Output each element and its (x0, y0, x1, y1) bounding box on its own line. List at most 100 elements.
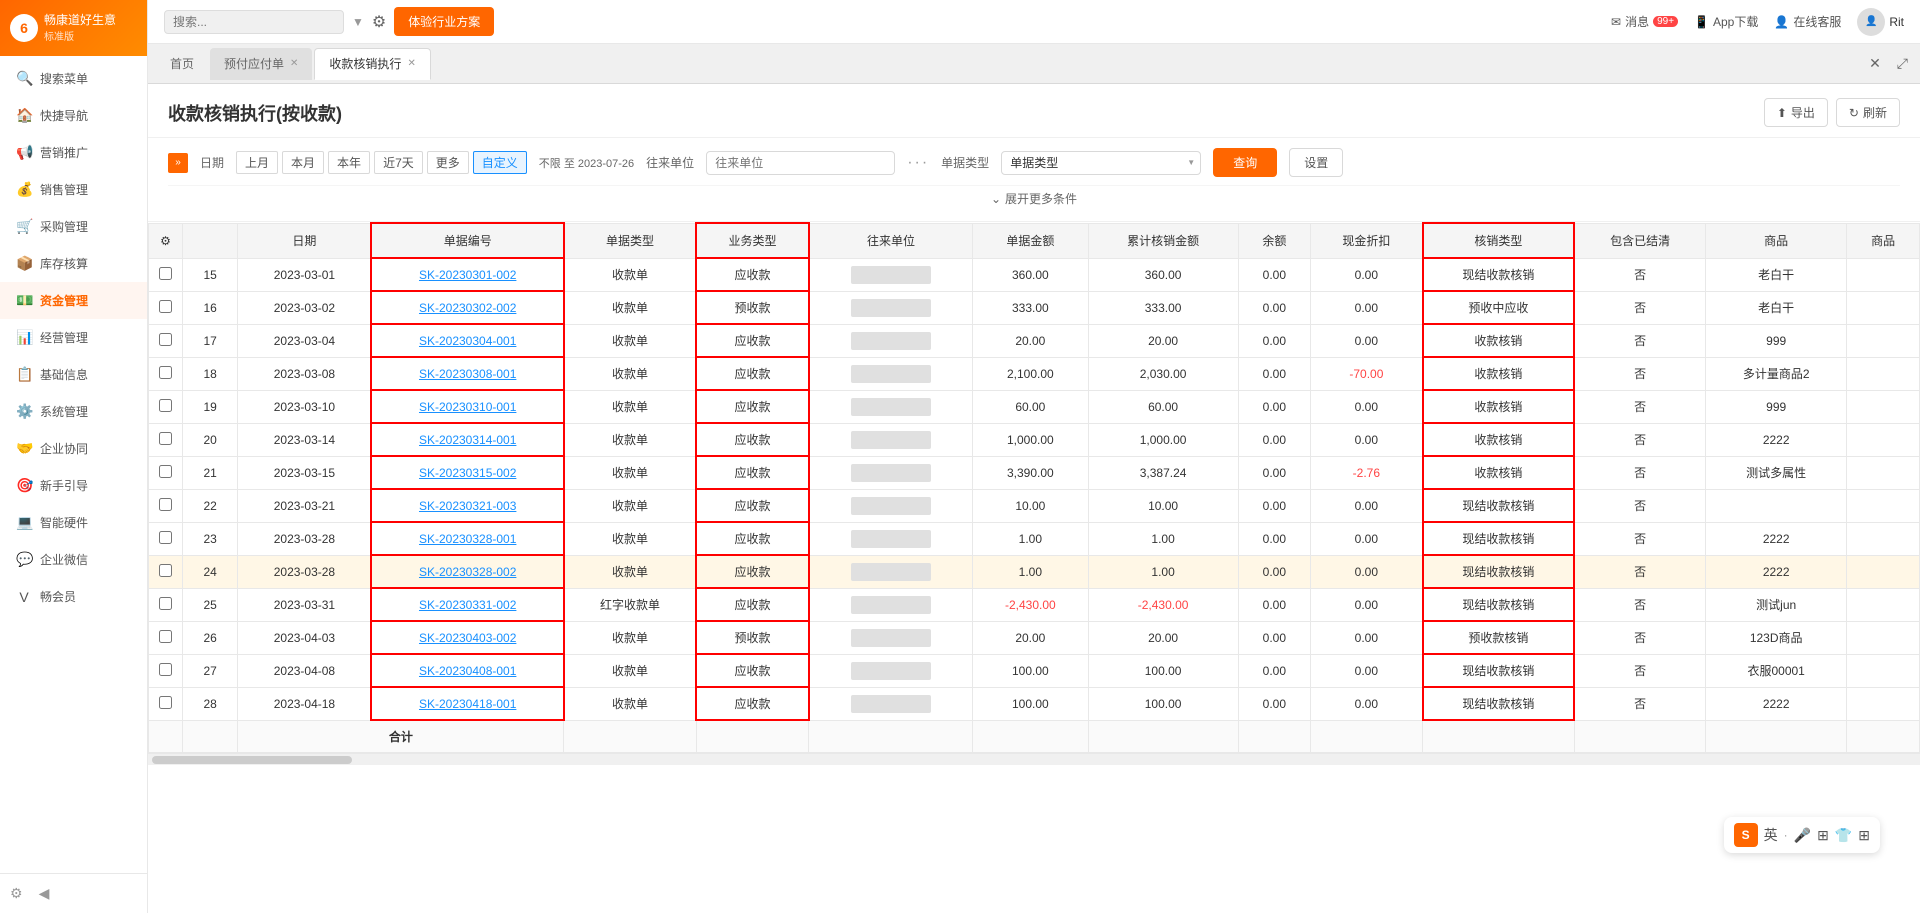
sidebar-item-operation[interactable]: 📊经营管理 (0, 319, 147, 356)
sidebar-item-system[interactable]: ⚙️系统管理 (0, 393, 147, 430)
dropdown-icon[interactable]: ▼ (352, 15, 364, 29)
sidebar-item-basic[interactable]: 📋基础信息 (0, 356, 147, 393)
tab-prepay[interactable]: 预付应付单 ✕ (210, 48, 312, 80)
cell-checkbox[interactable] (149, 687, 183, 720)
doc-no-link[interactable]: SK-20230328-002 (419, 565, 516, 579)
row-checkbox[interactable] (159, 432, 172, 445)
doc-no-link[interactable]: SK-20230408-001 (419, 664, 516, 678)
row-checkbox[interactable] (159, 399, 172, 412)
row-checkbox[interactable] (159, 564, 172, 577)
sidebar-item-wechat[interactable]: 💬企业微信 (0, 541, 147, 578)
date-more-btn[interactable]: 更多 (427, 151, 469, 174)
export-button[interactable]: ⬆ 导出 (1764, 98, 1828, 127)
doc-no-link[interactable]: SK-20230403-002 (419, 631, 516, 645)
date-this-month-btn[interactable]: 本月 (282, 151, 324, 174)
doc-no-link[interactable]: SK-20230314-001 (419, 433, 516, 447)
partner-input[interactable] (706, 151, 895, 175)
tab-home[interactable]: 首页 (156, 48, 208, 80)
cell-checkbox[interactable] (149, 555, 183, 588)
cell-checkbox[interactable] (149, 654, 183, 687)
doc-no-link[interactable]: SK-20230301-002 (419, 268, 516, 282)
row-checkbox[interactable] (159, 366, 172, 379)
cell-doc-no: SK-20230314-001 (371, 423, 563, 456)
table-container: ⚙ 日期 单据编号 单据类型 业务类型 往来单位 单据金额 累计核销金额 余额 … (148, 222, 1920, 913)
row-checkbox[interactable] (159, 630, 172, 643)
sidebar-item-finance[interactable]: 💵资金管理 (0, 282, 147, 319)
doc-no-link[interactable]: SK-20230304-001 (419, 334, 516, 348)
sidebar-item-marketing[interactable]: 📢营销推广 (0, 134, 147, 171)
row-checkbox[interactable] (159, 498, 172, 511)
float-apps-icon[interactable]: ⊞ (1858, 827, 1870, 844)
row-checkbox[interactable] (159, 531, 172, 544)
sidebar-item-hardware[interactable]: 💻智能硬件 (0, 504, 147, 541)
row-checkbox[interactable] (159, 597, 172, 610)
tab-collection-close[interactable]: ✕ (407, 58, 415, 69)
expand-more-button[interactable]: ⌄ 展开更多条件 (991, 190, 1077, 207)
row-checkbox[interactable] (159, 465, 172, 478)
row-checkbox[interactable] (159, 696, 172, 709)
date-custom-btn[interactable]: 自定义 (473, 151, 527, 174)
topbar-gear-icon[interactable]: ⚙ (372, 12, 386, 32)
table-scrollbar[interactable] (148, 753, 1920, 765)
sidebar-item-search[interactable]: 🔍搜索菜单 (0, 60, 147, 97)
cell-checkbox[interactable] (149, 489, 183, 522)
user-avatar-area[interactable]: 👤 Rit (1857, 8, 1904, 36)
doc-no-link[interactable]: SK-20230310-001 (419, 400, 516, 414)
doc-no-link[interactable]: SK-20230321-003 (419, 499, 516, 513)
float-shirt-icon[interactable]: 👕 (1835, 827, 1852, 844)
sidebar-collapse-icon[interactable]: ◀ (39, 885, 50, 902)
message-item[interactable]: ✉ 消息 99+ (1611, 13, 1678, 30)
sidebar-item-inventory[interactable]: 📦库存核算 (0, 245, 147, 282)
partner-dots-icon[interactable]: ··· (907, 154, 929, 172)
cell-checkbox[interactable] (149, 390, 183, 423)
float-text-icon[interactable]: 英 (1764, 825, 1778, 845)
row-checkbox[interactable] (159, 663, 172, 676)
row-checkbox[interactable] (159, 333, 172, 346)
cell-checkbox[interactable] (149, 522, 183, 555)
date-last-month-btn[interactable]: 上月 (236, 151, 278, 174)
cell-checkbox[interactable] (149, 588, 183, 621)
date-7days-btn[interactable]: 近7天 (374, 151, 423, 174)
tab-prepay-close[interactable]: ✕ (290, 58, 298, 69)
scrollbar-thumb[interactable] (152, 756, 352, 764)
th-balance: 余额 (1238, 223, 1311, 258)
doc-no-link[interactable]: SK-20230331-002 (419, 598, 516, 612)
sidebar-settings-icon[interactable]: ⚙ (10, 885, 23, 902)
date-this-year-btn[interactable]: 本年 (328, 151, 370, 174)
filter-settings-button[interactable]: 设置 (1289, 148, 1343, 177)
cell-checkbox[interactable] (149, 423, 183, 456)
cell-checkbox[interactable] (149, 357, 183, 390)
search-input[interactable] (164, 10, 344, 34)
row-checkbox[interactable] (159, 267, 172, 280)
sidebar-item-purchase[interactable]: 🛒采购管理 (0, 208, 147, 245)
app-download-item[interactable]: 📱 App下载 (1694, 13, 1758, 30)
doctype-select[interactable]: 单据类型 (1001, 151, 1201, 175)
doc-no-link[interactable]: SK-20230315-002 (419, 466, 516, 480)
row-checkbox[interactable] (159, 300, 172, 313)
cell-checkbox[interactable] (149, 291, 183, 324)
th-settings[interactable]: ⚙ (149, 223, 183, 258)
doc-no-link[interactable]: SK-20230308-001 (419, 367, 516, 381)
float-mic-icon[interactable]: 🎤 (1794, 827, 1811, 844)
tab-close-all-icon[interactable]: ✕ (1865, 51, 1885, 76)
online-service-item[interactable]: 👤 在线客服 (1774, 13, 1841, 30)
sidebar-item-quick[interactable]: 🏠快捷导航 (0, 97, 147, 134)
sidebar-item-member[interactable]: V畅会员 (0, 578, 147, 615)
query-button[interactable]: 查询 (1213, 148, 1277, 177)
tab-expand-icon[interactable]: ⤢ (1893, 51, 1912, 76)
doc-no-link[interactable]: SK-20230418-001 (419, 697, 516, 711)
solution-button[interactable]: 体验行业方案 (394, 7, 494, 36)
float-grid-icon[interactable]: ⊞ (1817, 827, 1829, 844)
doc-no-link[interactable]: SK-20230328-001 (419, 532, 516, 546)
doc-no-link[interactable]: SK-20230302-002 (419, 301, 516, 315)
cell-checkbox[interactable] (149, 324, 183, 357)
cell-checkbox[interactable] (149, 456, 183, 489)
cell-checkbox[interactable] (149, 621, 183, 654)
cell-checkbox[interactable] (149, 258, 183, 291)
refresh-button[interactable]: ↻ 刷新 (1836, 98, 1900, 127)
sidebar-item-enterprise[interactable]: 🤝企业协同 (0, 430, 147, 467)
sidebar-item-sales[interactable]: 💰销售管理 (0, 171, 147, 208)
sidebar-item-guide[interactable]: 🎯新手引导 (0, 467, 147, 504)
tab-collection[interactable]: 收款核销执行 ✕ (314, 48, 430, 80)
filter-expand-button[interactable]: » (168, 153, 188, 173)
